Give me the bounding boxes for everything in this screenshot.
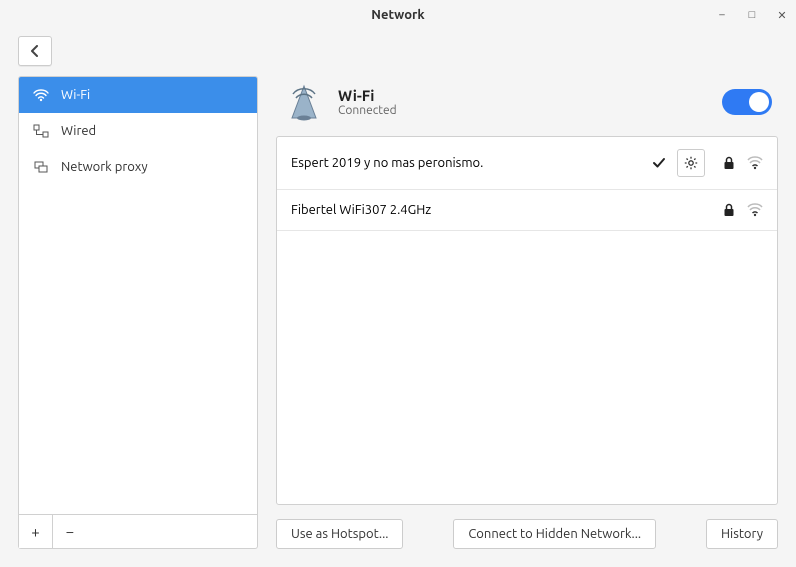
page-subtitle: Connected — [338, 104, 397, 117]
page-title: Wi-Fi — [338, 87, 397, 104]
sidebar: Wi-Fi Wired Network proxy + − — [18, 76, 258, 549]
connect-hidden-network-button[interactable]: Connect to Hidden Network... — [453, 519, 656, 549]
network-ssid: Fibertel WiFi307 2.4GHz — [291, 203, 711, 217]
wifi-icon — [33, 87, 49, 103]
sidebar-item-label: Wired — [61, 124, 96, 138]
back-button[interactable] — [18, 36, 52, 66]
network-ssid: Espert 2019 y no mas peronismo. — [291, 156, 641, 170]
header-titles: Wi-Fi Connected — [338, 87, 397, 117]
wifi-large-icon — [282, 80, 326, 124]
lock-icon — [721, 155, 737, 171]
signal-icon — [747, 202, 763, 218]
toggle-knob — [749, 92, 769, 112]
network-list: Espert 2019 y no mas peronismo. Fibertel… — [276, 136, 778, 505]
bottom-actions: Use as Hotspot... Connect to Hidden Netw… — [276, 519, 778, 549]
sidebar-item-label: Wi-Fi — [61, 88, 90, 102]
network-settings-button[interactable] — [677, 149, 705, 177]
content-header: Wi-Fi Connected — [276, 76, 778, 136]
network-row[interactable]: Espert 2019 y no mas peronismo. — [277, 137, 777, 190]
sidebar-item-proxy[interactable]: Network proxy — [19, 149, 257, 185]
window-title: Network — [371, 8, 424, 22]
maximize-button[interactable]: □ — [746, 9, 758, 21]
remove-connection-button[interactable]: − — [53, 515, 87, 548]
sidebar-item-wifi[interactable]: Wi-Fi — [19, 77, 257, 113]
proxy-icon — [33, 159, 49, 175]
chevron-left-icon — [30, 45, 40, 57]
toolbar — [0, 30, 796, 76]
wired-icon — [33, 123, 49, 139]
window-controls: – □ ✕ — [716, 0, 788, 30]
wifi-toggle[interactable] — [722, 89, 772, 115]
content-panel: Wi-Fi Connected Espert 2019 y no mas per… — [276, 76, 778, 549]
main-area: Wi-Fi Wired Network proxy + − — [0, 76, 796, 567]
minimize-button[interactable]: – — [716, 9, 728, 21]
use-as-hotspot-button[interactable]: Use as Hotspot... — [276, 519, 403, 549]
lock-icon — [721, 202, 737, 218]
network-row[interactable]: Fibertel WiFi307 2.4GHz — [277, 190, 777, 231]
sidebar-item-wired[interactable]: Wired — [19, 113, 257, 149]
close-button[interactable]: ✕ — [776, 9, 788, 21]
signal-icon — [747, 155, 763, 171]
add-connection-button[interactable]: + — [19, 515, 53, 548]
checkmark-icon — [651, 155, 667, 171]
gear-icon — [684, 156, 698, 170]
sidebar-controls: + − — [18, 515, 258, 549]
sidebar-item-label: Network proxy — [61, 160, 148, 174]
history-button[interactable]: History — [706, 519, 778, 549]
titlebar: Network – □ ✕ — [0, 0, 796, 30]
sidebar-list: Wi-Fi Wired Network proxy — [18, 76, 258, 515]
